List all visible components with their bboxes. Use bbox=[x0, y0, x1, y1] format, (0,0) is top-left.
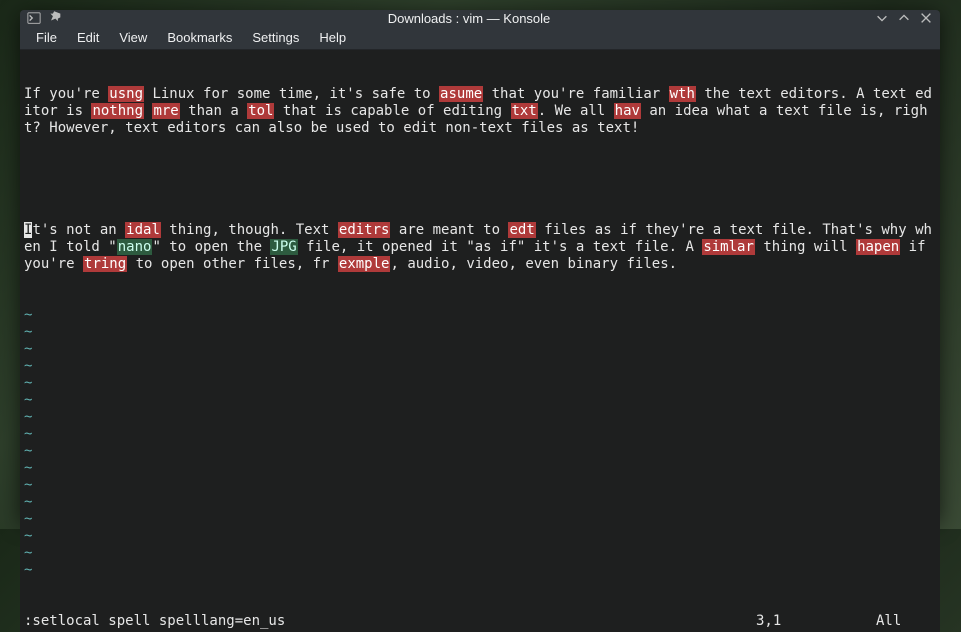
editor-empty-lines: ~~~~~~~~~~~~~~~~ bbox=[24, 307, 936, 579]
menu-help[interactable]: Help bbox=[309, 26, 356, 49]
scroll-percent: All bbox=[876, 613, 936, 630]
menu-edit[interactable]: Edit bbox=[67, 26, 109, 49]
pin-icon[interactable] bbox=[48, 10, 64, 26]
tilde-line: ~ bbox=[24, 545, 936, 562]
menu-file[interactable]: File bbox=[26, 26, 67, 49]
menu-settings[interactable]: Settings bbox=[242, 26, 309, 49]
konsole-window: Downloads : vim — Konsole File Edit View… bbox=[20, 10, 940, 520]
editor-paragraph-1: If you're usng Linux for some time, it's… bbox=[24, 86, 936, 137]
tilde-line: ~ bbox=[24, 426, 936, 443]
tilde-line: ~ bbox=[24, 460, 936, 477]
tilde-line: ~ bbox=[24, 511, 936, 528]
tilde-line: ~ bbox=[24, 528, 936, 545]
titlebar: Downloads : vim — Konsole bbox=[20, 10, 940, 26]
tilde-line: ~ bbox=[24, 409, 936, 426]
menu-bookmarks[interactable]: Bookmarks bbox=[157, 26, 242, 49]
terminal-icon bbox=[26, 10, 42, 26]
cursor-position: 3,1 bbox=[756, 613, 876, 630]
close-button[interactable] bbox=[918, 10, 934, 26]
editor-paragraph-2: It's not an idal thing, though. Text edi… bbox=[24, 222, 936, 273]
tilde-line: ~ bbox=[24, 562, 936, 579]
vim-command: :setlocal spell spelllang=en_us bbox=[24, 613, 756, 630]
menubar: File Edit View Bookmarks Settings Help bbox=[20, 26, 940, 50]
tilde-line: ~ bbox=[24, 477, 936, 494]
minimize-button[interactable] bbox=[874, 10, 890, 26]
tilde-line: ~ bbox=[24, 375, 936, 392]
terminal-area[interactable]: If you're usng Linux for some time, it's… bbox=[20, 50, 940, 632]
menu-view[interactable]: View bbox=[109, 26, 157, 49]
tilde-line: ~ bbox=[24, 392, 936, 409]
tilde-line: ~ bbox=[24, 324, 936, 341]
tilde-line: ~ bbox=[24, 443, 936, 460]
tilde-line: ~ bbox=[24, 341, 936, 358]
tilde-line: ~ bbox=[24, 358, 936, 375]
tilde-line: ~ bbox=[24, 307, 936, 324]
editor-blank-line bbox=[24, 171, 936, 188]
maximize-button[interactable] bbox=[896, 10, 912, 26]
window-title: Downloads : vim — Konsole bbox=[64, 11, 874, 26]
status-line: :setlocal spell spelllang=en_us 3,1 All bbox=[24, 613, 936, 630]
titlebar-right-icons bbox=[874, 10, 934, 26]
titlebar-left-icons bbox=[26, 10, 64, 26]
tilde-line: ~ bbox=[24, 494, 936, 511]
